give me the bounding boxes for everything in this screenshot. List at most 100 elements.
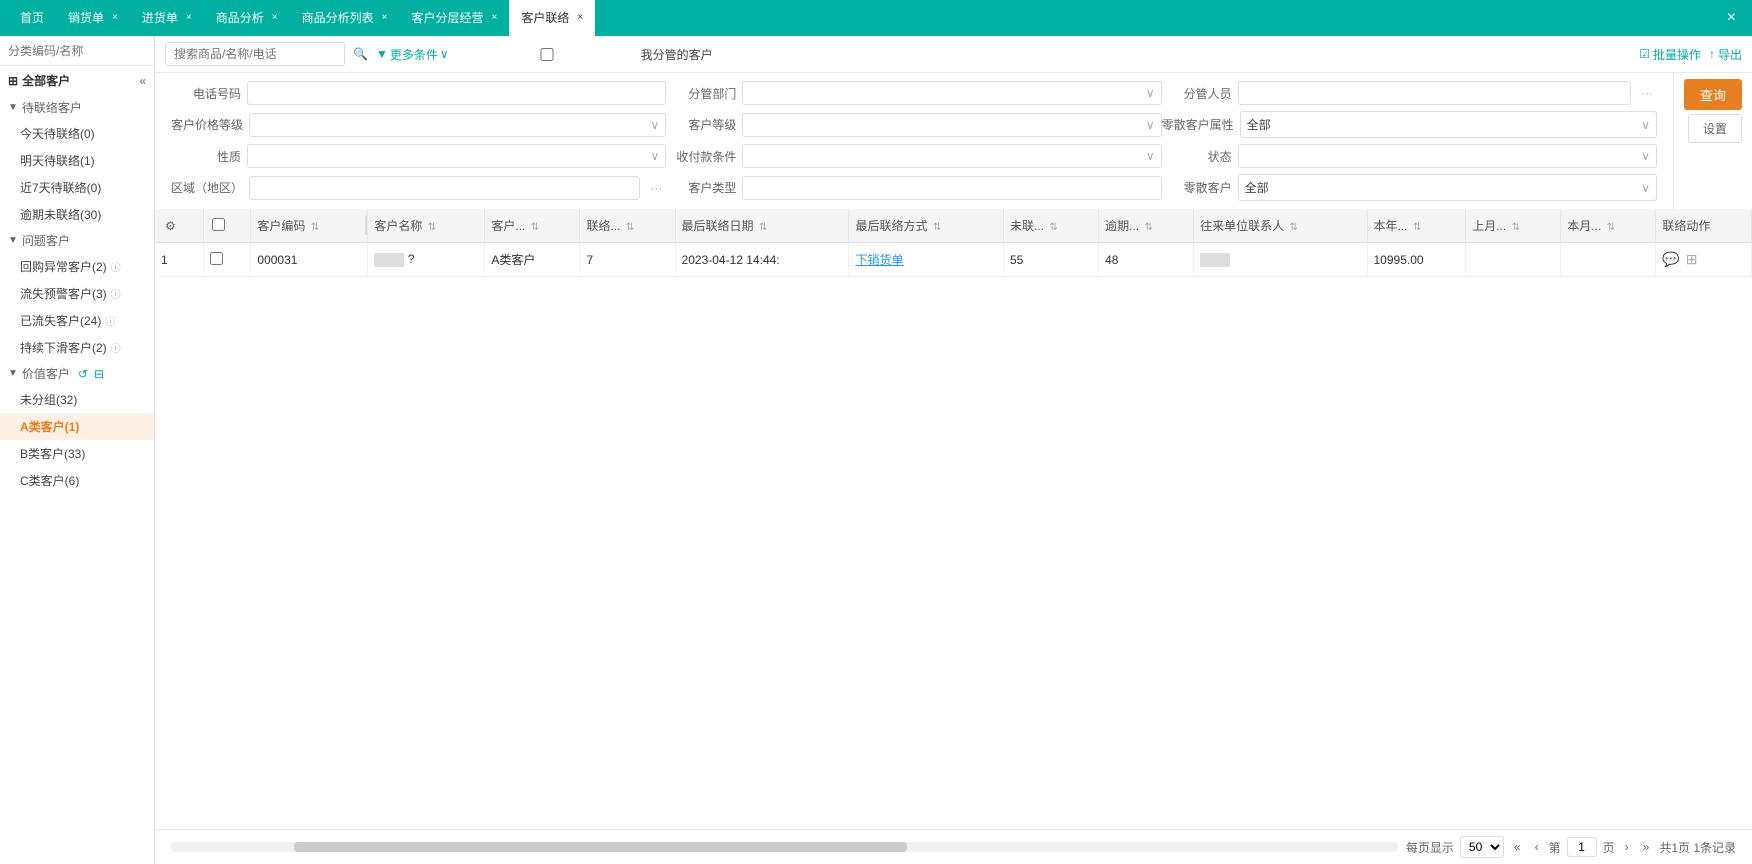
adv-select-retail-attr[interactable]: 全部 ∨ [1240,111,1657,138]
row-select-checkbox[interactable] [210,252,223,265]
sort-date-icon[interactable]: ⇅ [759,222,767,233]
sort-overdue-icon[interactable]: ⇅ [1144,222,1152,233]
close-product-analysis-tab[interactable]: × [272,0,278,36]
sort-code-icon[interactable]: ⇅ [311,222,319,233]
sort-type-icon[interactable]: ⇅ [531,222,539,233]
value-group-settings-icon[interactable]: ⊟ [94,367,104,381]
batch-op-btn[interactable]: ☑ 批量操作 [1639,46,1701,63]
my-customers-checkbox[interactable] [457,48,637,61]
adv-input-customer-type[interactable] [742,176,1161,200]
adv-input-phone[interactable] [247,81,666,105]
th-contact-count: 联络... ⇅ [580,209,675,243]
page-size-select[interactable]: 50 [1460,836,1504,858]
sidebar-item-churned[interactable]: 已流失客户(24) ⓘ [0,307,154,334]
close-product-analysis-list-tab[interactable]: × [382,0,388,36]
adv-label-manager: 分管人员 [1162,85,1232,102]
row-last-contact-date: 2023-04-12 14:44: [675,243,849,277]
close-customer-segment-tab[interactable]: × [491,0,497,36]
sidebar-item-ungrouped[interactable]: 未分组(32) [0,386,154,413]
nav-customer-contact[interactable]: 客户联络 × [509,0,595,36]
sort-method-icon[interactable]: ⇅ [933,222,941,233]
th-checkbox [204,209,251,243]
table-row: 1 000031 ? A类客户 7 2023-04-12 14:44: [155,243,1752,277]
row-customer-type: A类客户 [485,243,580,277]
info-icon-4: ⓘ [111,340,121,355]
sidebar-collapse-btn[interactable]: « [139,74,146,88]
row-index: 1 [155,243,204,277]
adv-select-payment[interactable]: ∨ [742,144,1161,168]
select-all-checkbox[interactable] [212,218,225,231]
query-button[interactable]: 查询 [1684,79,1742,110]
window-close-icon[interactable]: × [1719,9,1744,27]
nav-sales[interactable]: 销货单 × [56,0,130,36]
payment-arrow-icon: ∨ [1146,149,1155,163]
sort-contact-icon[interactable]: ⇅ [626,222,634,233]
nav-product-analysis-list[interactable]: 商品分析列表 × [290,0,400,36]
sidebar-item-churn-warning[interactable]: 流失预警客户(3) ⓘ [0,280,154,307]
settings-button[interactable]: 设置 [1688,114,1742,143]
close-customer-contact-tab[interactable]: × [577,0,583,36]
adv-select-price-level[interactable]: ∨ [249,113,666,137]
adv-select-retail-customer[interactable]: 全部 ∨ [1238,174,1657,201]
sidebar-group-problem[interactable]: ▼ 问题客户 [0,228,154,253]
my-customers-filter[interactable]: 我分管的客户 [457,46,713,63]
last-page-btn[interactable]: » [1639,839,1654,855]
sidebar-item-tomorrow[interactable]: 明天待联络(1) [0,147,154,174]
adv-select-status[interactable]: ∨ [1238,144,1657,168]
sort-nocontact-icon[interactable]: ⇅ [1049,222,1057,233]
nav-product-analysis[interactable]: 商品分析 × [204,0,290,36]
export-btn[interactable]: ↑ 导出 [1709,46,1742,63]
filter-search-icon[interactable]: 🔍 [353,47,368,61]
contact-person-placeholder [1200,253,1230,267]
manager-dots-icon[interactable]: ··· [1637,86,1657,100]
adv-select-nature[interactable]: ∨ [247,144,666,168]
problem-group-arrow: ▼ [8,235,18,246]
sort-name-icon[interactable]: ⇅ [428,222,436,233]
value-group-refresh-icon[interactable]: ↺ [78,367,88,381]
sidebar-item-today[interactable]: 今天待联络(0) [0,120,154,147]
next-page-btn[interactable]: › [1621,839,1633,855]
sidebar-item-b-class[interactable]: B类客户(33) [0,440,154,467]
adv-select-customer-level[interactable]: ∨ [742,113,1161,137]
sidebar-item-overdue[interactable]: 逾期未联络(30) [0,201,154,228]
adv-select-dept[interactable]: ∨ [742,81,1161,105]
th-settings[interactable]: ⚙ [155,209,204,243]
row-chat-icon[interactable]: 💬 [1662,251,1679,268]
close-sales-tab[interactable]: × [112,0,118,36]
sidebar-item-repurchase-abnormal[interactable]: 回购异常客户(2) ⓘ [0,253,154,280]
prev-page-btn[interactable]: ‹ [1531,839,1543,855]
sidebar-item-declining[interactable]: 持续下滑客户(2) ⓘ [0,334,154,361]
adv-filters-wrapper: 电话号码 分管部门 ∨ 分管人员 ··· [155,73,1752,209]
close-purchase-tab[interactable]: × [186,0,192,36]
horizontal-scrollbar[interactable] [171,842,1398,852]
sort-contactperson-icon[interactable]: ⇅ [1290,222,1298,233]
nav-purchase[interactable]: 进货单 × [130,0,204,36]
adv-input-region[interactable] [249,176,640,200]
row-contact-person [1194,243,1367,277]
first-page-btn[interactable]: « [1510,839,1525,855]
sidebar-group-value[interactable]: ▼ 价值客户 ↺ ⊟ [0,361,154,386]
table-area: ⚙ 客户编码 ⇅ 客户名称 ⇅ [155,209,1752,829]
region-dots-icon[interactable]: ··· [646,181,666,195]
sort-lastmonth-icon[interactable]: ⇅ [1512,222,1520,233]
row-contact-count: 7 [580,243,675,277]
row-no-contact: 55 [1004,243,1099,277]
row-more-icon[interactable]: ⊞ [1686,251,1698,268]
sidebar-group-pending[interactable]: ▼ 待联络客户 [0,95,154,120]
nav-customer-segment[interactable]: 客户分层经营 × [399,0,509,36]
page-number-input[interactable] [1567,837,1597,857]
sidebar-all-customers[interactable]: ⊞ 全部客户 « [0,66,154,95]
search-input[interactable] [165,42,345,66]
sort-thismonth-icon[interactable]: ⇅ [1607,222,1615,233]
sidebar-search-input[interactable] [8,44,155,58]
nav-home[interactable]: 首页 [8,0,56,36]
sidebar-item-c-class[interactable]: C类客户(6) [0,467,154,494]
sidebar-item-7days[interactable]: 近7天待联络(0) [0,174,154,201]
adv-input-manager[interactable] [1238,81,1631,105]
batch-icon: ☑ [1639,47,1650,61]
adv-label-customer-type: 客户类型 [666,179,736,196]
sidebar-item-a-class[interactable]: A类客户(1) [0,413,154,440]
contact-method-link[interactable]: 下销货单 [855,253,903,267]
more-filters-btn[interactable]: ▼ 更多条件 ∨ [376,46,449,63]
sort-thisyear-icon[interactable]: ⇅ [1413,222,1421,233]
